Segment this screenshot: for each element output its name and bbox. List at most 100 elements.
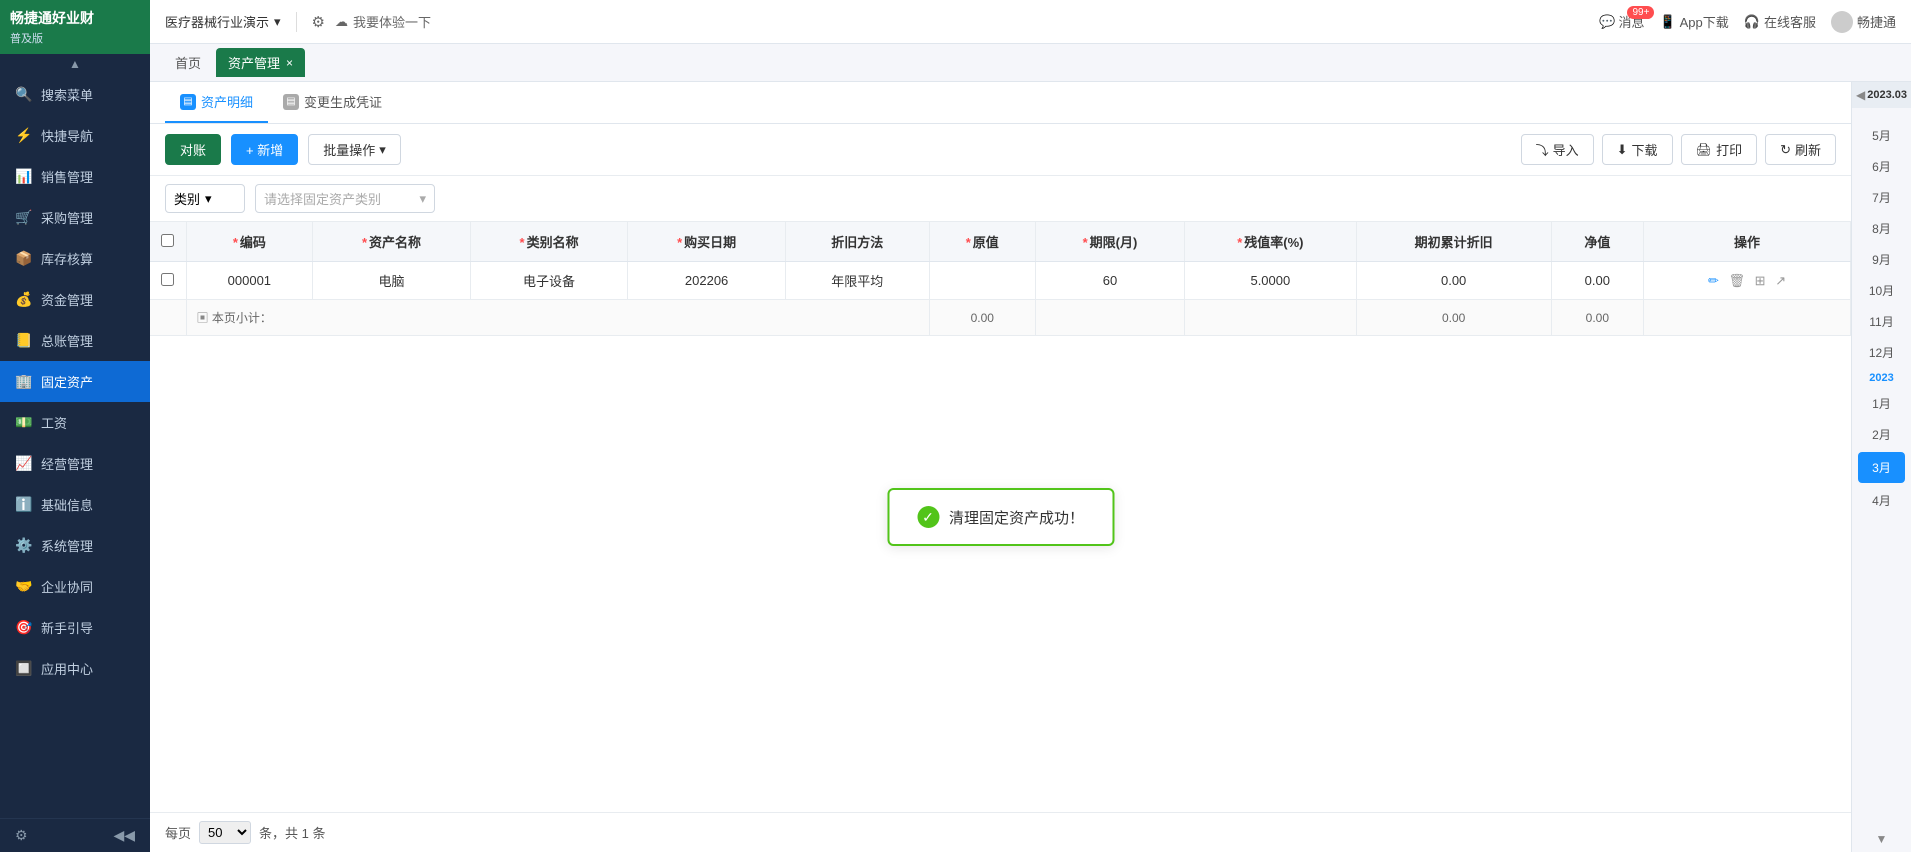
calendar-month-12月[interactable]: 12月 bbox=[1852, 337, 1911, 368]
col-period: *期限(月) bbox=[1035, 222, 1184, 262]
cell-original-value bbox=[929, 262, 1035, 300]
calendar-month-2023-2月[interactable]: 2月 bbox=[1852, 419, 1911, 450]
calendar-months: 5月6月7月8月9月10月11月12月20231月2月3月4月 bbox=[1852, 108, 1911, 826]
headset-icon: 🎧 bbox=[1744, 14, 1760, 30]
sidebar-item-quick-nav[interactable]: ⚡ 快捷导航 bbox=[0, 115, 150, 156]
category-filter[interactable]: 类别 ▾ bbox=[165, 184, 245, 213]
calendar-month-10月[interactable]: 10月 bbox=[1852, 275, 1911, 306]
calendar-month-9月[interactable]: 9月 bbox=[1852, 244, 1911, 275]
calendar-month-2023-4月[interactable]: 4月 bbox=[1852, 485, 1911, 516]
row-select-checkbox[interactable] bbox=[161, 273, 174, 286]
service-btn[interactable]: 🎧 在线客服 bbox=[1744, 12, 1816, 31]
cell-purchase-date: 202206 bbox=[628, 262, 786, 300]
per-page-select[interactable]: 50 10 20 100 bbox=[199, 821, 251, 844]
subtotal-label: ▣ 本页小计： bbox=[186, 300, 929, 336]
import-label: 导入 bbox=[1553, 140, 1579, 159]
subtab-asset-detail[interactable]: ▤ 资产明细 bbox=[165, 82, 268, 123]
refresh-button[interactable]: ↻ 刷新 bbox=[1765, 134, 1836, 165]
tab-label: 资产管理 bbox=[228, 53, 280, 72]
sidebar-icon-system: ⚙️ bbox=[15, 537, 33, 555]
sidebar-item-ledger[interactable]: 📒 总账管理 bbox=[0, 320, 150, 361]
gear-icon[interactable]: ⚙ bbox=[312, 13, 325, 31]
sidebar-item-inventory[interactable]: 📦 库存核算 bbox=[0, 238, 150, 279]
app-download-btn[interactable]: 📱 App下载 bbox=[1659, 12, 1728, 31]
user-btn[interactable]: 畅捷通 bbox=[1831, 11, 1896, 33]
reconcile-button[interactable]: 对账 bbox=[165, 134, 221, 165]
new-button[interactable]: + 新增 bbox=[231, 134, 298, 165]
select-all-checkbox[interactable] bbox=[161, 234, 174, 247]
calendar-prev-year-label bbox=[1852, 112, 1911, 120]
sidebar-item-fixed-assets[interactable]: 🏢 固定资产 bbox=[0, 361, 150, 402]
msg-badge: 99+ bbox=[1627, 6, 1654, 19]
company-selector[interactable]: 医疗器械行业演示 ▾ bbox=[165, 12, 281, 31]
experience-btn[interactable]: ☁ 我要体验一下 bbox=[335, 12, 431, 31]
category-value-filter[interactable]: 请选择固定资产类别 ▾ bbox=[255, 184, 435, 213]
sidebar-item-finance[interactable]: 💰 资金管理 bbox=[0, 279, 150, 320]
topbar: 医疗器械行业演示 ▾ ⚙ ☁ 我要体验一下 💬 消息 99+ 📱 App下载 🎧… bbox=[150, 0, 1911, 44]
sidebar-icon-finance: 💰 bbox=[15, 291, 33, 309]
app-label: App下载 bbox=[1680, 12, 1729, 31]
logo-sub: 普及版 bbox=[10, 30, 43, 46]
calendar-month-8月[interactable]: 8月 bbox=[1852, 213, 1911, 244]
sidebar-item-purchase[interactable]: 🛒 采购管理 bbox=[0, 197, 150, 238]
calendar-month-6月[interactable]: 6月 bbox=[1852, 151, 1911, 182]
col-action: 操作 bbox=[1644, 222, 1851, 262]
calendar-month-11月[interactable]: 11月 bbox=[1852, 306, 1911, 337]
sidebar-item-guide[interactable]: 🎯 新手引导 bbox=[0, 607, 150, 648]
sidebar-item-payroll[interactable]: 💵 工资 bbox=[0, 402, 150, 443]
subtotal-net: 0.00 bbox=[1551, 300, 1644, 336]
calendar-bottom: ▼ bbox=[1870, 826, 1894, 852]
col-depreciation: 折旧方法 bbox=[785, 222, 929, 262]
tab-close-icon[interactable]: × bbox=[286, 56, 293, 70]
per-page-label: 每页 bbox=[165, 823, 191, 842]
tab-asset-management[interactable]: 资产管理 × bbox=[216, 48, 305, 77]
col-category: *类别名称 bbox=[470, 222, 628, 262]
tab-home[interactable]: 首页 bbox=[165, 48, 211, 77]
import-button[interactable]: ⤵ 导入 bbox=[1521, 134, 1594, 165]
calendar-month-7月[interactable]: 7月 bbox=[1852, 182, 1911, 213]
sidebar-item-sales[interactable]: 📊 销售管理 bbox=[0, 156, 150, 197]
calendar-month-2023-3月[interactable]: 3月 bbox=[1858, 452, 1905, 483]
print-button[interactable]: 🖨 打印 bbox=[1681, 134, 1758, 165]
sidebar-item-system[interactable]: ⚙️ 系统管理 bbox=[0, 525, 150, 566]
calendar-panel: ◀ 2023.03 5月6月7月8月9月10月11月12月20231月2月3月4… bbox=[1851, 82, 1911, 852]
sidebar-icon-ledger: 📒 bbox=[15, 332, 33, 350]
total-label: 条，共 1 条 bbox=[259, 823, 325, 842]
sidebar-item-app-center[interactable]: 🔲 应用中心 bbox=[0, 648, 150, 689]
calendar-month-5月[interactable]: 5月 bbox=[1852, 120, 1911, 151]
calendar-year-display: 2023.03 bbox=[1867, 89, 1907, 101]
sidebar-label-app-center: 应用中心 bbox=[41, 659, 93, 678]
settings-icon[interactable]: ⚙ bbox=[15, 827, 28, 844]
topbar-right: 💬 消息 99+ 📱 App下载 🎧 在线客服 畅捷通 bbox=[1599, 11, 1896, 33]
sidebar-item-search[interactable]: 🔍 搜索菜单 bbox=[0, 74, 150, 115]
cell-name: 电脑 bbox=[313, 262, 471, 300]
cell-period: 60 bbox=[1035, 262, 1184, 300]
calendar-down-icon[interactable]: ▼ bbox=[1876, 832, 1888, 846]
subtab-icon-voucher: ▤ bbox=[283, 94, 299, 110]
delete-icon[interactable]: 🗑 bbox=[1729, 273, 1746, 288]
more-icon[interactable]: ↗ bbox=[1775, 273, 1786, 288]
message-btn[interactable]: 💬 消息 99+ bbox=[1599, 12, 1644, 31]
col-purchase-date: *购买日期 bbox=[628, 222, 786, 262]
copy-icon[interactable]: ⊞ bbox=[1755, 273, 1766, 288]
download-button[interactable]: ⬇ 下载 bbox=[1602, 134, 1673, 165]
collapse-icon[interactable]: ◀◀ bbox=[113, 827, 135, 844]
subtab-change-voucher[interactable]: ▤ 变更生成凭证 bbox=[268, 82, 397, 123]
subtab-icon-detail: ▤ bbox=[180, 94, 196, 110]
sidebar-item-cooperation[interactable]: 🤝 企业协同 bbox=[0, 566, 150, 607]
batch-ops-button[interactable]: 批量操作 ▾ bbox=[308, 134, 401, 165]
calendar-month-2023-1月[interactable]: 1月 bbox=[1852, 388, 1911, 419]
new-label: + 新增 bbox=[246, 140, 283, 159]
sidebar-item-basic-info[interactable]: ℹ️ 基础信息 bbox=[0, 484, 150, 525]
sidebar-icon-inventory: 📦 bbox=[15, 250, 33, 268]
sidebar-item-operations[interactable]: 📈 经营管理 bbox=[0, 443, 150, 484]
calendar-expand-icon[interactable]: ◀ bbox=[1856, 88, 1865, 102]
page-tabs: 首页 资产管理 × bbox=[150, 44, 1911, 82]
sidebar-label-finance: 资金管理 bbox=[41, 290, 93, 309]
edit-icon[interactable]: ✏ bbox=[1708, 273, 1719, 288]
subtotal-original: 0.00 bbox=[929, 300, 1035, 336]
service-label: 在线客服 bbox=[1764, 12, 1816, 31]
calendar-header: ◀ 2023.03 bbox=[1852, 82, 1911, 108]
sidebar-label-cooperation: 企业协同 bbox=[41, 577, 93, 596]
sidebar-scroll-up[interactable]: ▲ bbox=[0, 54, 150, 74]
